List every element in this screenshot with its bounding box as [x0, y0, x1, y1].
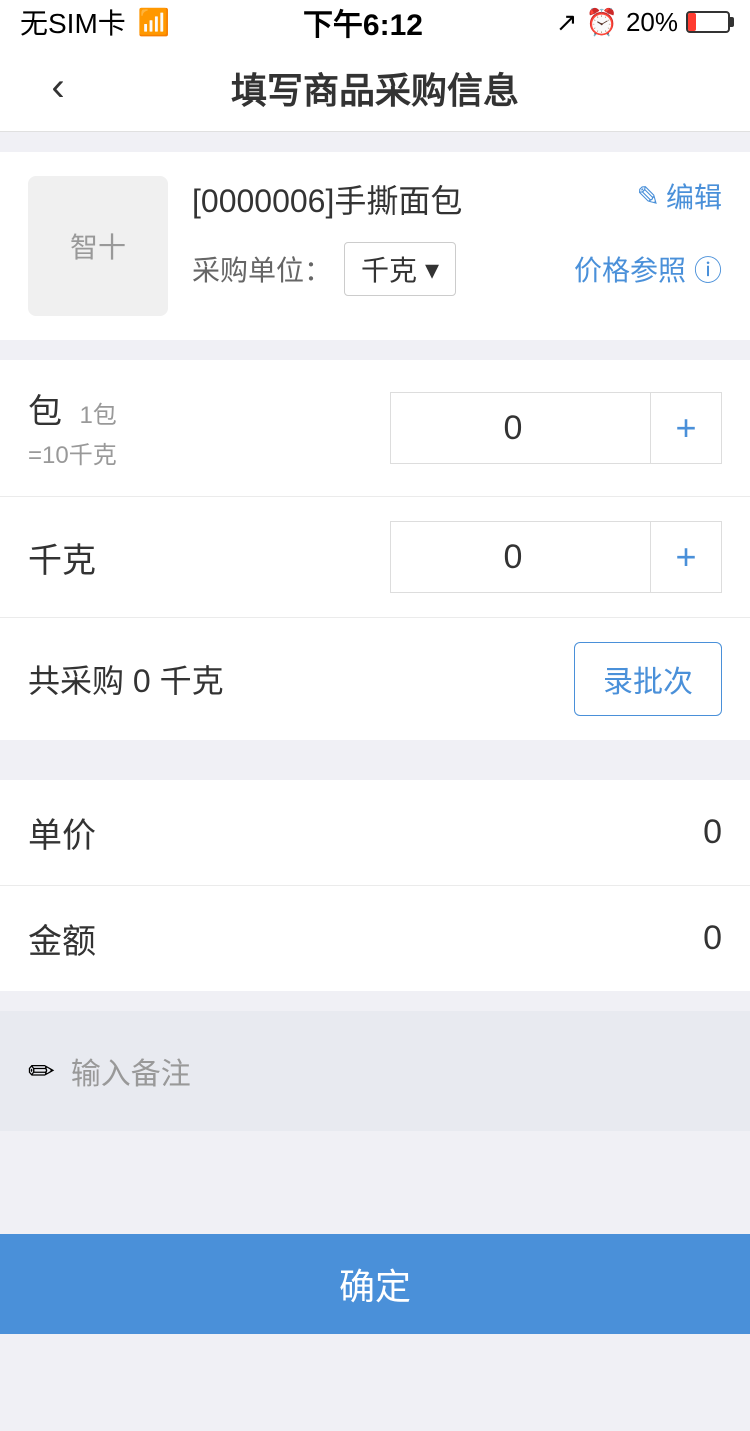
status-right: ↗ ⏰ 20%	[556, 7, 730, 38]
amount-value: 0	[703, 919, 722, 958]
nav-bar: ‹ 填写商品采购信息	[0, 44, 750, 132]
remark-section[interactable]: ✏ 输入备注	[0, 1011, 750, 1131]
unit-select[interactable]: 千克 ▾	[344, 242, 456, 296]
kg-plus-button[interactable]: +	[650, 521, 722, 593]
product-name: [0000006]手撕面包	[192, 176, 462, 222]
product-image-label: 智十	[70, 226, 126, 266]
product-image: 智十	[28, 176, 168, 316]
product-info: [0000006]手撕面包 ✎ 编辑 采购单位： 千克 ▾ 价格参照 ⓘ	[192, 176, 722, 296]
bag-plus-button[interactable]: +	[650, 392, 722, 464]
price-ref-button[interactable]: 价格参照 ⓘ	[574, 249, 722, 289]
unit-value: 千克	[361, 249, 417, 289]
edit-label: 编辑	[666, 176, 722, 216]
bag-input[interactable]	[390, 392, 650, 464]
edit-button[interactable]: ✎ 编辑	[637, 176, 722, 216]
status-bar: 无SIM卡 📶 下午6:12 ↗ ⏰ 20%	[0, 0, 750, 44]
battery-percent: 20%	[626, 7, 678, 38]
unit-price-label: 单价	[28, 808, 96, 857]
edit-icon: ✎	[637, 180, 660, 213]
alarm-icon: ⏰	[586, 7, 618, 38]
location-icon: ↗	[556, 7, 578, 38]
amount-label: 金额	[28, 914, 96, 963]
price-ref-label: 价格参照	[574, 249, 686, 289]
pencil-icon: ✏	[28, 1052, 55, 1090]
bag-input-control: +	[390, 392, 722, 464]
battery-icon	[686, 11, 730, 33]
amount-row: 金额 0	[0, 886, 750, 991]
divider-1	[0, 340, 750, 360]
input-section: 包 1包=10千克 + 千克 +	[0, 360, 750, 618]
unit-price-row: 单价 0	[0, 780, 750, 886]
kg-input[interactable]	[390, 521, 650, 593]
batch-button[interactable]: 录批次	[574, 642, 722, 716]
wifi-icon: 📶	[138, 7, 170, 38]
unit-price-value: 0	[703, 813, 722, 852]
remark-placeholder: 输入备注	[71, 1049, 191, 1093]
help-icon: ⓘ	[694, 249, 722, 289]
status-time: 下午6:12	[303, 0, 423, 44]
bag-label: 包 1包=10千克	[28, 384, 148, 472]
product-section: 智十 [0000006]手撕面包 ✎ 编辑 采购单位： 千克 ▾ 价格参照 ⓘ	[0, 152, 750, 340]
status-left: 无SIM卡 📶	[20, 2, 170, 42]
kg-input-row: 千克 +	[0, 497, 750, 618]
divider-2	[0, 740, 750, 760]
chevron-down-icon: ▾	[425, 253, 439, 286]
product-unit: 采购单位： 千克 ▾ 价格参照 ⓘ	[192, 242, 722, 296]
kg-input-control: +	[390, 521, 722, 593]
total-row: 共采购 0 千克 录批次	[0, 618, 750, 740]
back-icon: ‹	[51, 65, 64, 110]
back-button[interactable]: ‹	[28, 58, 88, 118]
bag-input-row: 包 1包=10千克 +	[0, 360, 750, 497]
total-text: 共采购 0 千克	[28, 656, 224, 702]
price-section: 单价 0 金额 0	[0, 780, 750, 991]
bag-label-text: 包	[28, 393, 62, 431]
product-header: [0000006]手撕面包 ✎ 编辑	[192, 176, 722, 222]
unit-label: 采购单位：	[192, 249, 332, 289]
confirm-label: 确定	[339, 1258, 411, 1310]
carrier-label: 无SIM卡	[20, 2, 126, 42]
page-title: 填写商品采购信息	[231, 62, 519, 114]
confirm-button[interactable]: 确定	[0, 1234, 750, 1334]
kg-label: 千克	[28, 533, 148, 582]
